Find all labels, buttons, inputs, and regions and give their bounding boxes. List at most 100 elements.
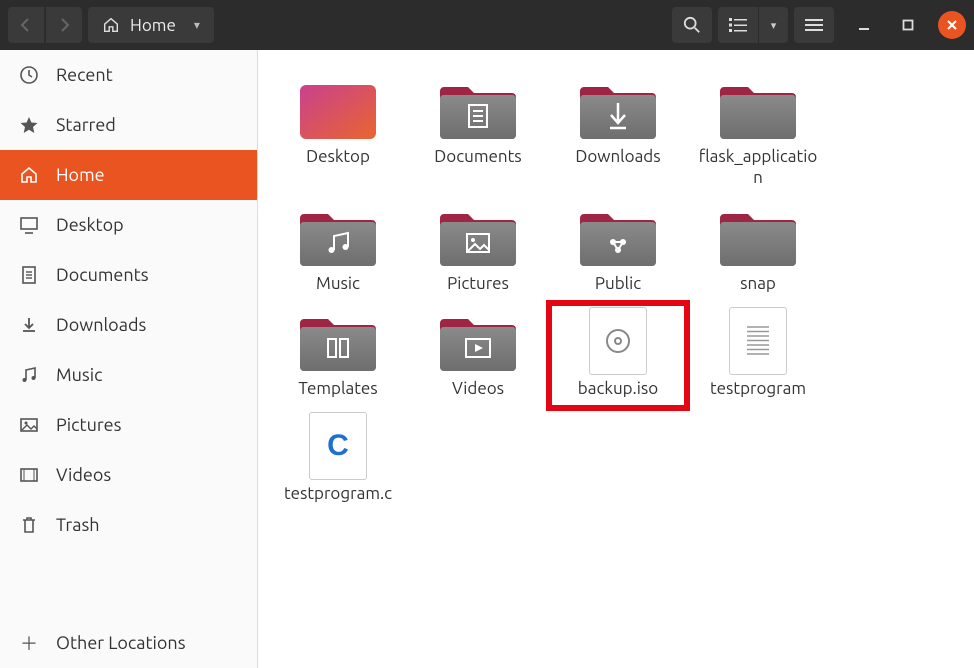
sidebar-item-label: Trash [56, 515, 100, 535]
sidebar-item-label: Downloads [56, 315, 146, 335]
list-icon [729, 18, 747, 32]
folder-pictures-icon [440, 205, 516, 267]
body-row: Recent Starred Home Desktop Documents Downloa… [0, 50, 974, 668]
file-pane[interactable]: Desktop Documents Downloads flask_applicati… [258, 50, 974, 668]
folder-videos-icon [440, 310, 516, 372]
sidebar-item-label: Recent [56, 65, 113, 85]
folder-public-icon [580, 205, 656, 267]
file-label: Public [595, 273, 641, 294]
forward-button[interactable] [46, 7, 82, 43]
sidebar-item-recent[interactable]: Recent [0, 50, 257, 100]
file-label: Downloads [575, 146, 660, 167]
documents-icon [18, 265, 40, 285]
back-button[interactable] [8, 7, 44, 43]
sidebar-item-documents[interactable]: Documents [0, 250, 257, 300]
star-icon [18, 115, 40, 135]
file-label: Desktop [306, 146, 370, 167]
file-text-icon [720, 310, 796, 372]
pictures-icon [18, 415, 40, 435]
sidebar-item-label: Music [56, 365, 102, 385]
sidebar-item-label: Documents [56, 265, 149, 285]
file-label: Videos [452, 378, 504, 399]
view-dropdown-button[interactable]: ▾ [758, 7, 788, 43]
file-label: Music [316, 273, 360, 294]
file-item[interactable]: flask_application [688, 72, 828, 199]
sidebar-item-pictures[interactable]: Pictures [0, 400, 257, 450]
path-bar[interactable]: Home ▾ [88, 7, 214, 43]
hamburger-button[interactable] [794, 7, 834, 43]
sidebar-item-downloads[interactable]: Downloads [0, 300, 257, 350]
file-label: snap [740, 273, 776, 294]
file-item[interactable]: Templates [268, 304, 408, 409]
folder-templates-icon [300, 310, 376, 372]
close-icon [946, 19, 958, 31]
file-label: Documents [434, 146, 521, 167]
sidebar-item-label: Videos [56, 465, 111, 485]
view-list-button[interactable] [718, 7, 758, 43]
file-item[interactable]: testprogram [688, 304, 828, 409]
search-button[interactable] [672, 7, 712, 43]
sidebar-spacer [0, 550, 257, 618]
file-item[interactable]: backup.iso [548, 304, 688, 409]
folder-documents-icon [440, 78, 516, 140]
sidebar-item-label: Pictures [56, 415, 121, 435]
file-label: backup.iso [578, 378, 658, 399]
search-icon [683, 16, 701, 34]
desktop-icon [18, 215, 40, 235]
file-item[interactable]: Videos [408, 304, 548, 409]
file-c-icon: C [300, 415, 376, 477]
path-label: Home [130, 16, 176, 35]
close-button[interactable] [938, 11, 966, 39]
maximize-button[interactable] [894, 11, 922, 39]
folder-icon [720, 205, 796, 267]
home-icon [18, 165, 40, 185]
minimize-icon [858, 19, 870, 31]
sidebar-item-other-locations[interactable]: ＋ Other Locations [0, 618, 257, 668]
sidebar-item-music[interactable]: Music [0, 350, 257, 400]
view-mode-group: ▾ [718, 7, 788, 43]
sidebar-item-home[interactable]: Home [0, 150, 257, 200]
file-item[interactable]: Documents [408, 72, 548, 199]
folder-icon [720, 78, 796, 140]
hamburger-icon [805, 18, 823, 32]
maximize-icon [902, 19, 914, 31]
folder-downloads-icon [580, 78, 656, 140]
clock-icon [18, 65, 40, 85]
file-item[interactable]: Pictures [408, 199, 548, 304]
file-item[interactable]: Ctestprogram.c [268, 409, 408, 514]
sidebar-item-videos[interactable]: Videos [0, 450, 257, 500]
minimize-button[interactable] [850, 11, 878, 39]
file-item[interactable]: Desktop [268, 72, 408, 199]
folder-desktop-icon [300, 78, 376, 140]
file-item[interactable]: Downloads [548, 72, 688, 199]
file-label: flask_application [698, 146, 818, 189]
file-label: Pictures [447, 273, 509, 294]
chevron-right-icon [58, 18, 70, 32]
music-icon [18, 365, 40, 385]
plus-icon: ＋ [18, 630, 40, 656]
file-label: testprogram.c [284, 483, 392, 504]
sidebar: Recent Starred Home Desktop Documents Downloa… [0, 50, 258, 668]
folder-music-icon [300, 205, 376, 267]
sidebar-item-starred[interactable]: Starred [0, 100, 257, 150]
sidebar-item-label: Home [56, 165, 105, 185]
sidebar-item-label: Starred [56, 115, 116, 135]
sidebar-item-desktop[interactable]: Desktop [0, 200, 257, 250]
downloads-icon [18, 315, 40, 335]
file-item[interactable]: Public [548, 199, 688, 304]
file-grid: Desktop Documents Downloads flask_applicati… [268, 72, 964, 514]
sidebar-item-label: Other Locations [56, 633, 186, 653]
nav-back-forward-group [8, 7, 82, 43]
file-label: Templates [298, 378, 377, 399]
chevron-down-icon: ▾ [771, 19, 777, 32]
file-item[interactable]: Music [268, 199, 408, 304]
chevron-left-icon [20, 18, 32, 32]
file-label: testprogram [710, 378, 806, 399]
titlebar: Home ▾ ▾ [0, 0, 974, 50]
file-iso-icon [580, 310, 656, 372]
file-item[interactable]: snap [688, 199, 828, 304]
sidebar-item-label: Desktop [56, 215, 124, 235]
sidebar-item-trash[interactable]: Trash [0, 500, 257, 550]
home-icon [102, 16, 120, 34]
chevron-down-icon: ▾ [194, 18, 200, 32]
